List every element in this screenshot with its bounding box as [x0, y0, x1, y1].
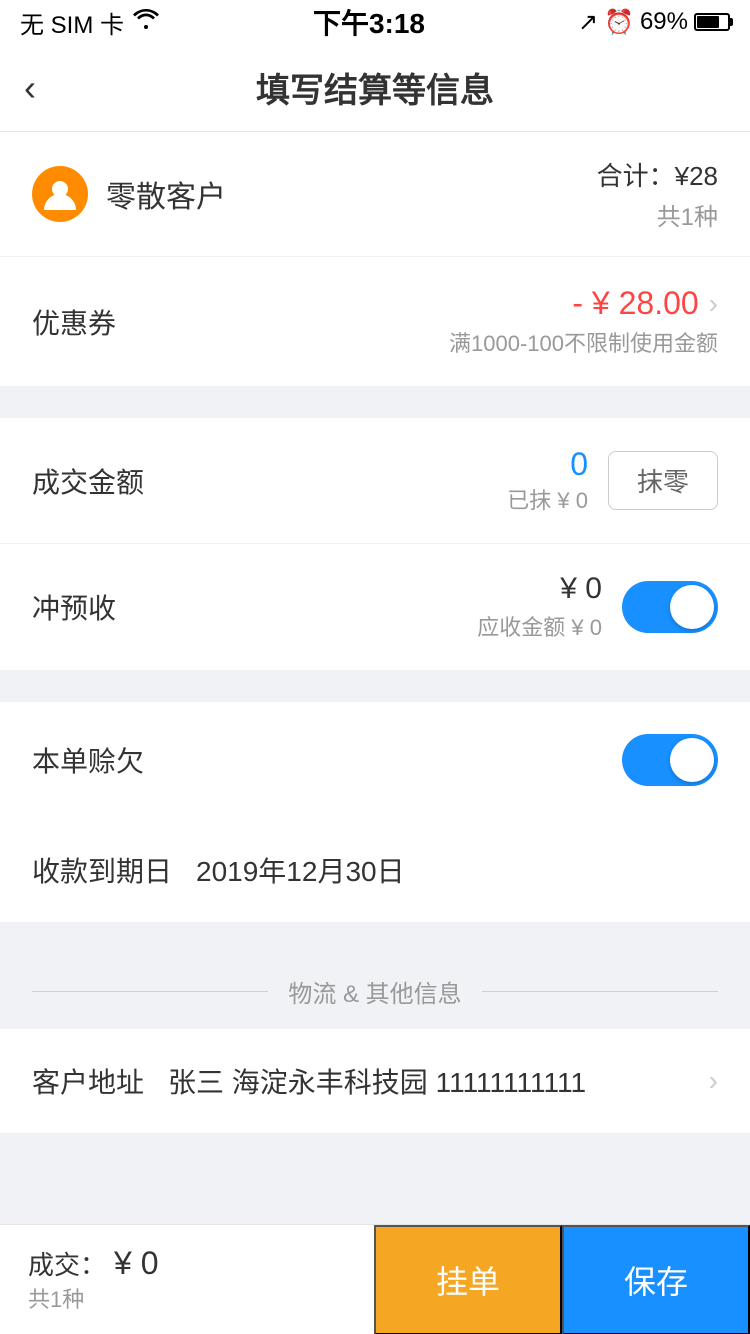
address-card: 客户地址 张三 海淀永丰科技园 11111111111 › [0, 1029, 750, 1133]
bottom-count: 共1种 [28, 1282, 346, 1314]
coupon-chevron-icon: › [709, 288, 718, 320]
deal-amount-row: 成交金额 0 已抹 ¥ 0 抹零 [0, 418, 750, 544]
duedate-label: 收款到期日 [32, 850, 172, 890]
coupon-desc: 满1000-100不限制使用金额 [449, 326, 718, 358]
deal-amount-value: 0 [507, 446, 588, 483]
chong-yushou-row: 冲预收 ¥ 0 应收金额 ¥ 0 [0, 544, 750, 670]
coupon-row[interactable]: 优惠券 - ¥ 28.00 › 满1000-100不限制使用金额 [0, 256, 750, 386]
section-divider-3 [0, 938, 750, 954]
bottom-deal-label: 成交： [28, 1245, 106, 1282]
logistics-divider: 物流 & 其他信息 [0, 954, 750, 1029]
logistics-label: 物流 & 其他信息 [288, 974, 461, 1009]
chong-yushou-toggle[interactable] [622, 581, 718, 633]
bensuan-card: 本单赊欠 收款到期日 2019年12月30日 [0, 702, 750, 922]
status-bar: 无 SIM 卡 下午3:18 ↗ ⏰ 69% [0, 0, 750, 44]
address-chevron-icon: › [709, 1065, 718, 1097]
location-icon: ↗ [578, 8, 598, 37]
chong-amount-sub: 应收金额 ¥ 0 [477, 610, 602, 642]
deal-amount-card: 成交金额 0 已抹 ¥ 0 抹零 冲预收 ¥ 0 应收金额 ¥ 0 [0, 418, 750, 670]
chong-yushou-label: 冲预收 [32, 587, 116, 627]
battery-icon [694, 13, 730, 31]
alarm-icon: ⏰ [604, 8, 634, 37]
back-button[interactable]: ‹ [24, 67, 36, 109]
bottom-deal-amount: ¥ 0 [114, 1245, 158, 1282]
section-divider-1 [0, 402, 750, 418]
address-value: 张三 海淀永丰科技园 11111111111 [168, 1061, 709, 1101]
coupon-right: - ¥ 28.00 › 满1000-100不限制使用金额 [449, 285, 718, 358]
section-divider-2 [0, 686, 750, 702]
coupon-label: 优惠券 [32, 302, 116, 342]
no-sim-text: 无 SIM 卡 [20, 5, 124, 40]
page-title: 填写结算等信息 [256, 63, 494, 112]
total-label: 合计：¥28 [597, 156, 718, 193]
save-button[interactable]: 保存 [562, 1225, 750, 1334]
chong-amount-value: ¥ 0 [477, 572, 602, 606]
customer-right: 合计：¥28 共1种 [597, 156, 718, 232]
duedate-value: 2019年12月30日 [196, 850, 405, 890]
divider-line-left [32, 991, 268, 992]
customer-card: 零散客户 合计：¥28 共1种 优惠券 - ¥ 28.00 › 满1000-10… [0, 132, 750, 386]
round-off-button[interactable]: 抹零 [608, 451, 718, 510]
customer-left: 零散客户 [32, 166, 226, 222]
bottom-info: 成交： ¥ 0 共1种 [0, 1225, 374, 1334]
bensuan-toggle[interactable] [622, 734, 718, 786]
bensuan-label: 本单赊欠 [32, 740, 144, 780]
coupon-amount: - ¥ 28.00 [572, 285, 698, 322]
address-label: 客户地址 [32, 1061, 144, 1101]
status-time: 下午3:18 [313, 2, 425, 42]
status-right: ↗ ⏰ 69% [578, 8, 730, 37]
wifi-icon [132, 8, 160, 36]
deal-amount-sub: 已抹 ¥ 0 [507, 483, 588, 515]
address-row[interactable]: 客户地址 张三 海淀永丰科技园 11111111111 › [0, 1029, 750, 1133]
chong-yushou-right: ¥ 0 应收金额 ¥ 0 [477, 572, 718, 642]
nav-bar: ‹ 填写结算等信息 [0, 44, 750, 132]
customer-name: 零散客户 [106, 172, 226, 216]
status-left: 无 SIM 卡 [20, 5, 160, 40]
bottom-bar: 成交： ¥ 0 共1种 挂单 保存 [0, 1224, 750, 1334]
deal-amount-label: 成交金额 [32, 461, 144, 501]
customer-row: 零散客户 合计：¥28 共1种 [0, 132, 750, 256]
hang-order-button[interactable]: 挂单 [374, 1225, 562, 1334]
battery-text: 69% [640, 8, 688, 36]
bensuan-row: 本单赊欠 [0, 702, 750, 818]
duedate-row: 收款到期日 2019年12月30日 [0, 818, 750, 922]
divider-line-right [482, 991, 718, 992]
deal-amount-values: 0 已抹 ¥ 0 [507, 446, 588, 515]
main-content: 零散客户 合计：¥28 共1种 优惠券 - ¥ 28.00 › 满1000-10… [0, 132, 750, 1269]
customer-avatar [32, 166, 88, 222]
chong-amounts: ¥ 0 应收金额 ¥ 0 [477, 572, 602, 642]
total-count: 共1种 [597, 197, 718, 232]
deal-amount-right: 0 已抹 ¥ 0 抹零 [507, 446, 718, 515]
